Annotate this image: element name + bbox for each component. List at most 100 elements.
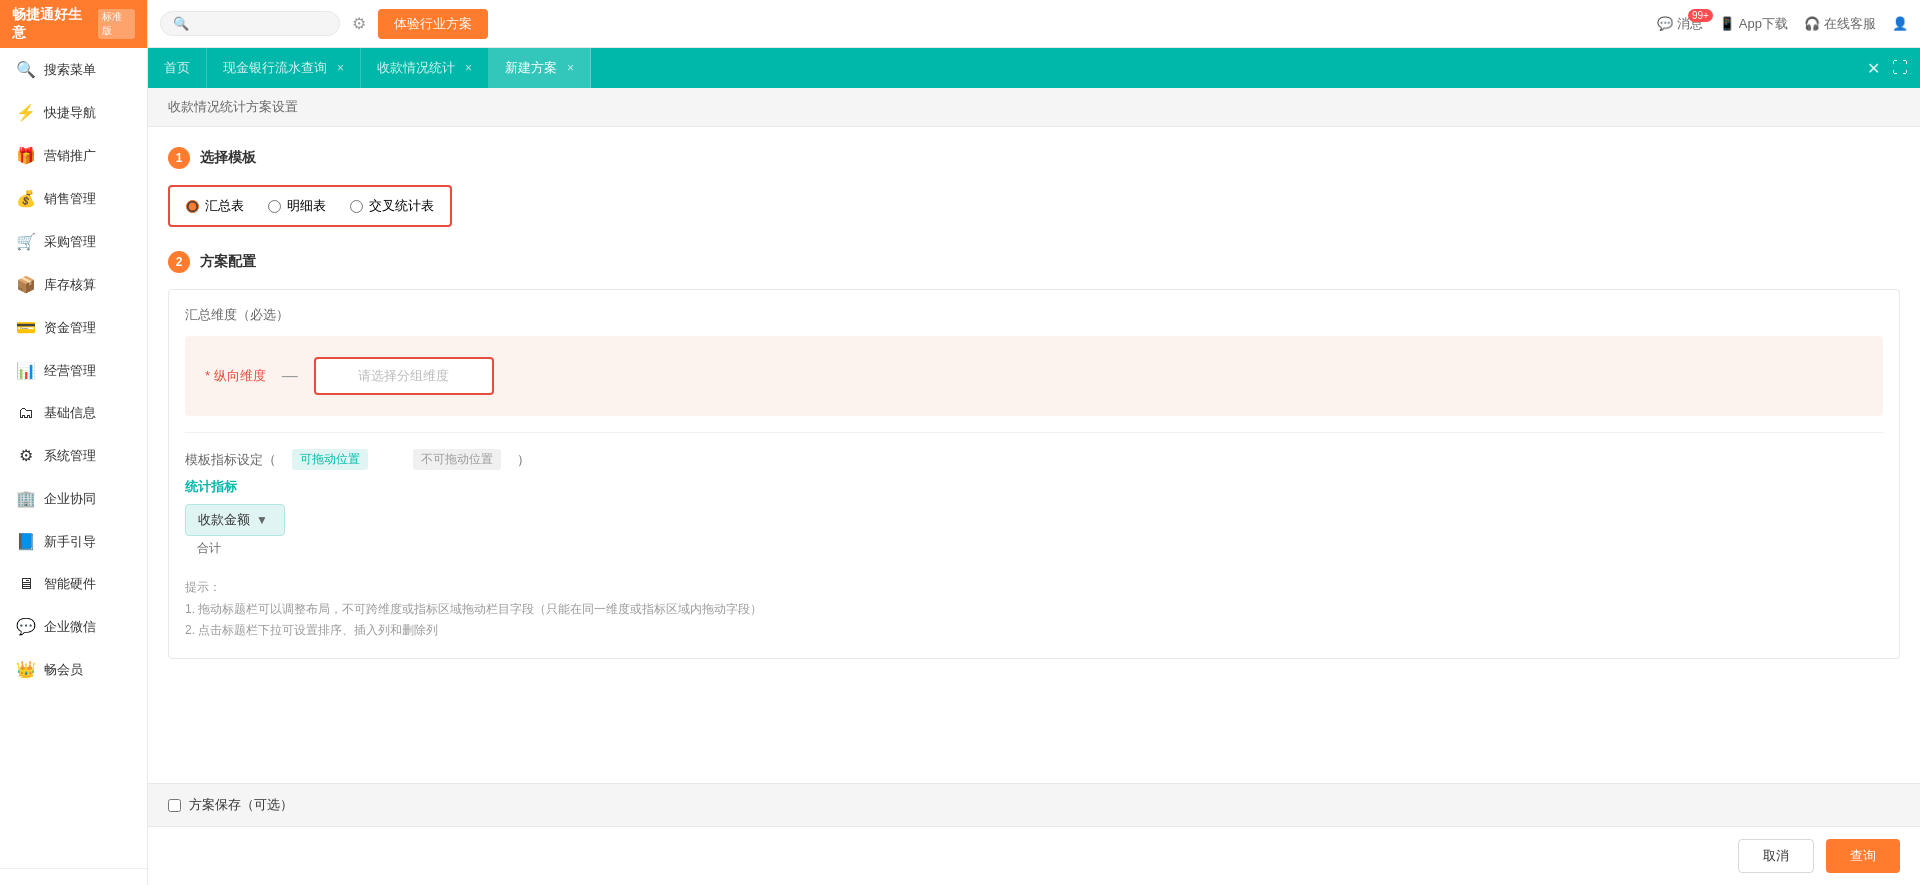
- sidebar-item-12[interactable]: 🖥智能硬件: [0, 563, 147, 605]
- step1-title: 选择模板: [200, 149, 256, 167]
- metric-sub-total: 合计: [185, 536, 285, 561]
- radio-detail[interactable]: 明细表: [268, 197, 326, 215]
- sidebar-icon-12: 🖥: [16, 575, 36, 593]
- tab-0[interactable]: 首页: [148, 48, 207, 88]
- tab-label-0: 首页: [164, 59, 190, 77]
- save-option-label[interactable]: 方案保存（可选）: [189, 796, 293, 814]
- settings-icon[interactable]: ⚙: [352, 14, 366, 33]
- sidebar-icon-6: 💳: [16, 318, 36, 337]
- metrics-column: 统计指标 收款金额 ▼ 合计: [185, 478, 285, 561]
- sidebar-label-3: 销售管理: [44, 190, 96, 208]
- app-badge: 标准版: [98, 9, 135, 39]
- search-icon: 🔍: [173, 16, 189, 31]
- dimension-select[interactable]: 请选择分组维度: [314, 357, 494, 395]
- step2-num: 2: [168, 251, 190, 273]
- sidebar-item-14[interactable]: 👑 畅会员: [0, 648, 147, 691]
- notifications-btn[interactable]: 💬 消息 99+: [1657, 15, 1703, 33]
- step2-section: 2 方案配置 汇总维度（必选） * 纵向维度 — 请选择分组维度: [168, 251, 1900, 659]
- sidebar-label-13: 企业微信: [44, 618, 96, 636]
- sidebar-label-14: 畅会员: [44, 661, 83, 679]
- sidebar-label-6: 资金管理: [44, 319, 96, 337]
- sidebar-label-10: 企业协同: [44, 490, 96, 508]
- sidebar-icon-11: 📘: [16, 532, 36, 551]
- metrics-close-paren: ）: [517, 451, 530, 469]
- sidebar-label-9: 系统管理: [44, 447, 96, 465]
- sidebar-item-7[interactable]: 📊经营管理: [0, 349, 147, 392]
- metrics-header-text: 模板指标设定（: [185, 451, 276, 469]
- sidebar-label-1: 快捷导航: [44, 104, 96, 122]
- sidebar-item-1[interactable]: ⚡快捷导航: [0, 91, 147, 134]
- tab-close-3[interactable]: ×: [567, 61, 574, 75]
- search-input[interactable]: [195, 16, 325, 31]
- notification-icon: 💬: [1657, 16, 1673, 31]
- maximize-icon[interactable]: ⛶: [1892, 59, 1908, 77]
- sidebar-label-0: 搜索菜单: [44, 61, 96, 79]
- tab-label-3: 新建方案: [505, 59, 557, 77]
- user-avatar[interactable]: 👤: [1892, 16, 1908, 31]
- step1-num: 1: [168, 147, 190, 169]
- content-area: 收款情况统计方案设置 1 选择模板 汇总表 明细表: [148, 88, 1920, 885]
- sidebar-item-0[interactable]: 🔍搜索菜单: [0, 48, 147, 91]
- save-checkbox[interactable]: [168, 799, 181, 812]
- sidebar-item-9[interactable]: ⚙系统管理: [0, 434, 147, 477]
- metric-tag-amount[interactable]: 收款金额 ▼: [185, 504, 285, 536]
- app-download-btn[interactable]: 📱 App下载: [1719, 15, 1788, 33]
- sidebar-item-8[interactable]: 🗂基础信息: [0, 392, 147, 434]
- radio-summary[interactable]: 汇总表: [186, 197, 244, 215]
- tab-1[interactable]: 现金银行流水查询×: [207, 48, 361, 88]
- sidebar-label-5: 库存核算: [44, 276, 96, 294]
- sidebar-item-13[interactable]: 💬企业微信: [0, 605, 147, 648]
- radio-detail-label: 明细表: [287, 197, 326, 215]
- sidebar-item-5[interactable]: 📦库存核算: [0, 263, 147, 306]
- tab-2[interactable]: 收款情况统计 ×: [361, 48, 489, 88]
- close-window-icon[interactable]: ✕: [1867, 59, 1880, 78]
- drag-badge: 可拖动位置: [292, 449, 368, 470]
- vertical-dim-label: * 纵向维度: [205, 367, 266, 385]
- sidebar-icon-14: 👑: [16, 660, 36, 679]
- tips-title: 提示：: [185, 577, 1883, 599]
- step2-title: 方案配置: [200, 253, 256, 271]
- online-service-btn[interactable]: 🎧 在线客服: [1804, 15, 1876, 33]
- sidebar: 畅捷通好生意 标准版 🔍搜索菜单⚡快捷导航 🎁 营销推广 💰 销售管理 🛒采购管理📦库存核…: [0, 0, 148, 885]
- sidebar-label-2: 营销推广: [44, 147, 96, 165]
- topbar: 🔍 ⚙ 体验行业方案 💬 消息 99+ 📱 App下载 🎧 在线客服 👤: [148, 0, 1920, 48]
- sidebar-icon-7: 📊: [16, 361, 36, 380]
- industry-btn[interactable]: 体验行业方案: [378, 9, 488, 39]
- sidebar-item-3[interactable]: 💰 销售管理: [0, 177, 147, 220]
- main-area: 🔍 ⚙ 体验行业方案 💬 消息 99+ 📱 App下载 🎧 在线客服 👤: [148, 0, 1920, 885]
- sidebar-label-11: 新手引导: [44, 533, 96, 551]
- avatar-icon: 👤: [1892, 16, 1908, 31]
- tab-actions: ✕ ⛶: [1855, 48, 1920, 88]
- metric-name: 收款金额: [198, 511, 250, 529]
- nodrag-badge: 不可拖动位置: [413, 449, 501, 470]
- radio-cross-label: 交叉统计表: [369, 197, 434, 215]
- step1-header: 1 选择模板: [168, 147, 1900, 169]
- sidebar-item-4[interactable]: 🛒采购管理: [0, 220, 147, 263]
- tab-3[interactable]: 新建方案 ×: [489, 48, 591, 88]
- service-icon: 🎧: [1804, 16, 1820, 31]
- sidebar-item-6[interactable]: 💳 资金管理: [0, 306, 147, 349]
- tab-label-2: 收款情况统计: [377, 59, 455, 77]
- cancel-button[interactable]: 取消: [1738, 839, 1814, 873]
- footer: 取消 查询: [148, 826, 1920, 885]
- chevron-down-icon: ▼: [256, 513, 268, 527]
- search-box[interactable]: 🔍: [160, 11, 340, 36]
- sidebar-item-10[interactable]: 🏢企业协同: [0, 477, 147, 520]
- logo: 畅捷通好生意 标准版: [0, 0, 147, 48]
- query-button[interactable]: 查询: [1826, 839, 1900, 873]
- template-select-group: 汇总表 明细表 交叉统计表: [168, 185, 452, 227]
- step1-section: 1 选择模板 汇总表 明细表 交叉统计表: [168, 147, 1900, 227]
- sidebar-icon-3: 💰: [16, 189, 36, 208]
- app-name: 畅捷通好生意: [12, 6, 94, 42]
- sidebar-item-11[interactable]: 📘 新手引导: [0, 520, 147, 563]
- sidebar-icon-2: 🎁: [16, 146, 36, 165]
- notification-badge: 99+: [1688, 9, 1713, 22]
- tab-close-1[interactable]: ×: [337, 61, 344, 75]
- tab-close-2[interactable]: ×: [465, 61, 472, 75]
- download-icon: 📱: [1719, 16, 1735, 31]
- radio-cross[interactable]: 交叉统计表: [350, 197, 434, 215]
- radio-summary-label: 汇总表: [205, 197, 244, 215]
- sidebar-item-2[interactable]: 🎁 营销推广: [0, 134, 147, 177]
- sidebar-icon-8: 🗂: [16, 404, 36, 422]
- tab-bar: 首页现金银行流水查询× 收款情况统计 × 新建方案 × ✕ ⛶: [148, 48, 1920, 88]
